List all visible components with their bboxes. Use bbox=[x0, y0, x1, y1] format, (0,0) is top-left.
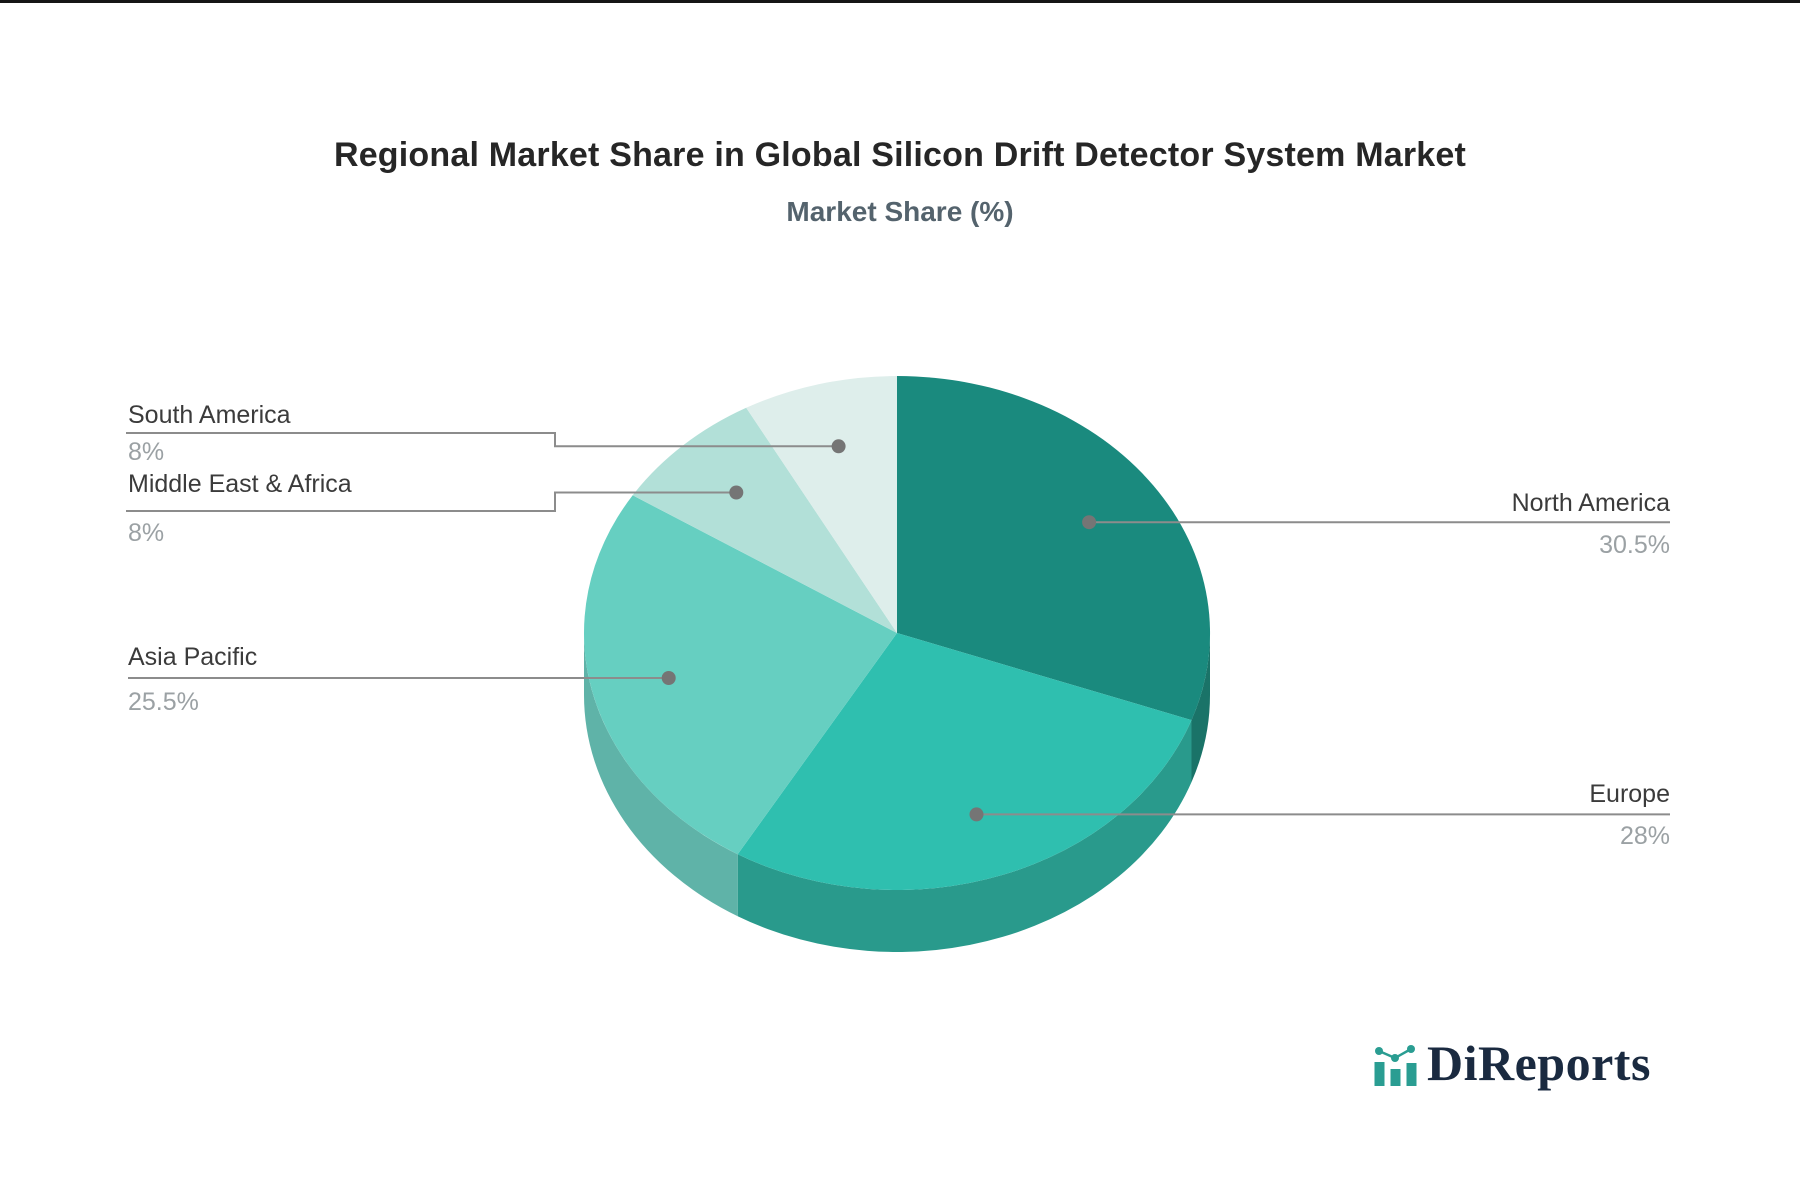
callout-label-south-america: South America bbox=[128, 401, 291, 429]
logo-bar bbox=[1406, 1063, 1417, 1086]
direports-logo: DiReports bbox=[1374, 1038, 1651, 1088]
logo-bar bbox=[1374, 1062, 1385, 1086]
logo-bar bbox=[1390, 1069, 1401, 1086]
callout-dot bbox=[1082, 515, 1097, 530]
callout-label-europe: Europe bbox=[1589, 780, 1670, 808]
logo-dot bbox=[1375, 1047, 1383, 1055]
callout-dot bbox=[729, 485, 744, 500]
pie-chart-svg bbox=[126, 376, 1670, 952]
callout-dot bbox=[831, 439, 846, 454]
callout-dot bbox=[969, 807, 984, 822]
callout-value-middle-east-africa: 8% bbox=[128, 519, 165, 547]
direports-logo-text: DiReports bbox=[1427, 1035, 1651, 1091]
callout-value-south-america: 8% bbox=[128, 438, 165, 466]
callout-value-asia-pacific: 25.5% bbox=[128, 688, 199, 716]
callout-label-north-america: North America bbox=[1511, 489, 1670, 517]
callout-value-europe: 28% bbox=[1619, 822, 1670, 850]
direports-logo-icon bbox=[1374, 1045, 1417, 1086]
callout-dot bbox=[661, 671, 676, 685]
callout-label-asia-pacific: Asia Pacific bbox=[128, 643, 258, 671]
callout-label-middle-east-africa: Middle East & Africa bbox=[128, 470, 352, 498]
callout-value-north-america: 30.5% bbox=[1599, 531, 1670, 559]
logo-dot bbox=[1391, 1054, 1399, 1062]
logo-dot bbox=[1407, 1045, 1415, 1053]
